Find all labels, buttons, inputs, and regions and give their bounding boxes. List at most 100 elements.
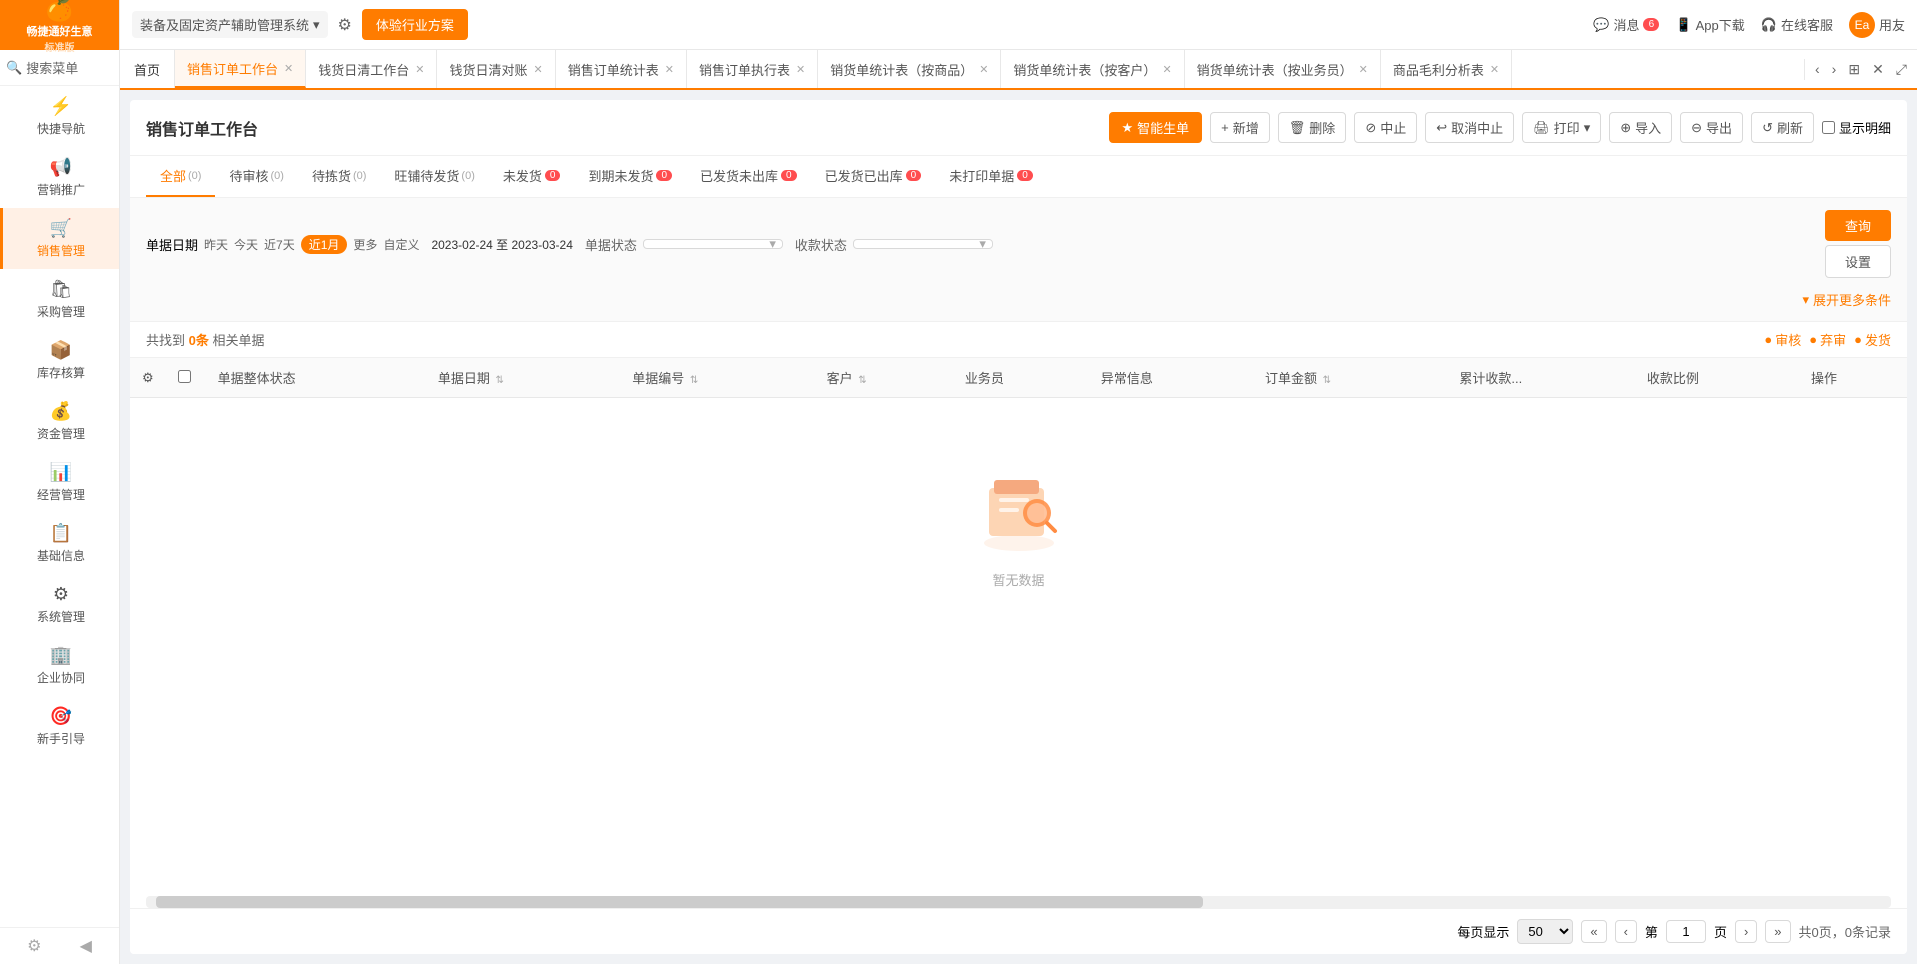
- filter-tab-unprinted[interactable]: 未打印单据 0: [935, 156, 1047, 197]
- date-option-more[interactable]: 更多: [353, 236, 377, 253]
- date-option-yesterday[interactable]: 昨天: [204, 236, 228, 253]
- inventory-icon: 📦: [50, 340, 72, 361]
- sidebar-search[interactable]: 🔍 搜索菜单: [0, 50, 119, 86]
- setting-btn[interactable]: 设置: [1825, 245, 1891, 278]
- tab-more-icon[interactable]: ⊞: [1844, 59, 1864, 80]
- tab-next-icon[interactable]: ›: [1828, 59, 1841, 79]
- settings-footer-icon[interactable]: ⚙: [27, 936, 41, 956]
- sales-icon: 🛒: [50, 218, 72, 239]
- sidebar-item-basic-info[interactable]: 📋 基础信息: [0, 513, 119, 574]
- sort-date-icon[interactable]: ⇅: [496, 375, 504, 386]
- messages-btn[interactable]: 💬 消息 6: [1593, 15, 1659, 34]
- date-option-today[interactable]: 今天: [234, 236, 258, 253]
- page-next-btn[interactable]: ›: [1735, 920, 1757, 943]
- tab-close-icon-6[interactable]: ✕: [979, 63, 988, 76]
- tab-cash-goods-reconcile-label: 钱货日清对账: [449, 60, 527, 79]
- tab-close-icon-5[interactable]: ✕: [796, 63, 805, 76]
- topbar-settings-icon[interactable]: ⚙: [338, 15, 352, 35]
- col-check[interactable]: [166, 358, 206, 398]
- page-first-btn[interactable]: «: [1581, 920, 1606, 943]
- payment-select[interactable]: ▾: [853, 239, 993, 249]
- industry-btn[interactable]: 体验行业方案: [362, 9, 468, 40]
- user-menu[interactable]: Ea 用友: [1849, 12, 1905, 38]
- filter-tab-shipped-out[interactable]: 已发货已出库 0: [811, 156, 936, 197]
- review-btn[interactable]: ● 审核: [1764, 330, 1801, 349]
- tab-close-icon-9[interactable]: ✕: [1490, 63, 1499, 76]
- tab-fullscreen-icon[interactable]: ⤢: [1892, 59, 1911, 80]
- filter-tab-not-shipped[interactable]: 未发货 0: [489, 156, 575, 197]
- filter-tab-pending-review[interactable]: 待审核 (0): [215, 156, 297, 197]
- page-last-btn[interactable]: »: [1765, 920, 1790, 943]
- sidebar-item-guide[interactable]: 🎯 新手引导: [0, 696, 119, 757]
- filter-tab-all[interactable]: 全部 (0): [146, 156, 215, 197]
- sort-number-icon[interactable]: ⇅: [690, 375, 698, 386]
- expand-btn[interactable]: ▾ 展开更多条件: [1802, 290, 1891, 309]
- ship-btn[interactable]: ● 发货: [1854, 330, 1891, 349]
- import-icon: ⊕: [1620, 120, 1631, 136]
- show-detail-toggle[interactable]: 显示明细: [1822, 118, 1891, 137]
- tab-sales-summary-customer[interactable]: 销货单统计表（按客户） ✕: [1001, 50, 1184, 88]
- online-service-btn[interactable]: 🎧 在线客服: [1761, 15, 1833, 34]
- status-select[interactable]: ▾: [643, 239, 783, 249]
- cancel-suspend-btn[interactable]: ↩ 取消中止: [1425, 112, 1514, 143]
- date-option-1month[interactable]: 近1月: [301, 235, 348, 254]
- tab-sales-summary-staff[interactable]: 销货单统计表（按业务员） ✕: [1185, 50, 1381, 88]
- filter-tab-overdue[interactable]: 到期未发货 0: [574, 156, 686, 197]
- collapse-icon[interactable]: ◀: [80, 936, 92, 956]
- filter-tab-pending-inspect[interactable]: 待拣货 (0): [298, 156, 380, 197]
- tab-daily-cash[interactable]: 钱货日清工作台 ✕: [306, 50, 437, 88]
- tab-close-icon-2[interactable]: ✕: [415, 63, 424, 76]
- refresh-btn[interactable]: ↺ 刷新: [1751, 112, 1814, 143]
- tab-close-icon[interactable]: ✕: [284, 62, 293, 75]
- select-all-checkbox[interactable]: [178, 370, 191, 383]
- sidebar-item-quick-nav[interactable]: ⚡ 快捷导航: [0, 86, 119, 147]
- sidebar-item-operations[interactable]: 📊 经营管理: [0, 452, 119, 513]
- tab-close-icon-4[interactable]: ✕: [665, 63, 674, 76]
- date-option-custom[interactable]: 自定义: [383, 236, 419, 253]
- system-selector[interactable]: 装备及固定资产辅助管理系统 ▾: [132, 11, 328, 38]
- expand-icon: ▾: [1802, 292, 1809, 308]
- reject-btn[interactable]: ● 弃审: [1809, 330, 1846, 349]
- tab-close-icon-8[interactable]: ✕: [1359, 63, 1368, 76]
- export-btn[interactable]: ⊖ 导出: [1680, 112, 1743, 143]
- delete-btn[interactable]: 🗑 删除: [1278, 112, 1347, 143]
- sidebar-item-sales[interactable]: 🛒 销售管理: [0, 208, 119, 269]
- sidebar-item-system[interactable]: ⚙ 系统管理: [0, 574, 119, 635]
- query-btn[interactable]: 查询: [1825, 210, 1891, 241]
- tab-close-icon-7[interactable]: ✕: [1162, 63, 1171, 76]
- tab-sales-order-workbench[interactable]: 销售订单工作台 ✕: [175, 50, 306, 88]
- tab-close-icon-3[interactable]: ✕: [534, 63, 543, 76]
- tab-sales-exec[interactable]: 销售订单执行表 ✕: [687, 50, 818, 88]
- sidebar-item-enterprise[interactable]: 🏢 企业协同: [0, 635, 119, 696]
- tab-sales-stats[interactable]: 销售订单统计表 ✕: [556, 50, 687, 88]
- page-input[interactable]: [1666, 920, 1706, 943]
- smart-btn[interactable]: ★ 智能生单: [1109, 112, 1203, 143]
- page-prev-btn[interactable]: ‹: [1615, 920, 1637, 943]
- date-option-7days[interactable]: 近7天: [264, 236, 295, 253]
- sort-amount-icon[interactable]: ⇅: [1323, 375, 1331, 386]
- sidebar-item-inventory[interactable]: 📦 库存核算: [0, 330, 119, 391]
- horizontal-scrollbar[interactable]: [146, 896, 1891, 908]
- import-btn[interactable]: ⊕ 导入: [1609, 112, 1672, 143]
- tab-margin-analysis[interactable]: 商品毛利分析表 ✕: [1381, 50, 1512, 88]
- page-size-select[interactable]: 50 100 200: [1517, 919, 1573, 944]
- user-name: 用友: [1879, 15, 1905, 34]
- col-setting[interactable]: ⚙: [130, 358, 166, 398]
- tab-close-all-icon[interactable]: ✕: [1868, 59, 1888, 80]
- suspend-btn[interactable]: ⊘ 中止: [1354, 112, 1417, 143]
- add-btn[interactable]: + 新增: [1210, 112, 1270, 143]
- filter-tab-wangpu[interactable]: 旺铺待发货 (0): [380, 156, 488, 197]
- print-btn[interactable]: 🖨 打印 ▾: [1522, 112, 1601, 143]
- app-download-btn[interactable]: 📱 App下载: [1675, 15, 1744, 34]
- sidebar-item-marketing[interactable]: 📢 营销推广: [0, 147, 119, 208]
- sidebar-item-finance[interactable]: 💰 资金管理: [0, 391, 119, 452]
- filter-tab-shipped-not-out[interactable]: 已发货未出库 0: [686, 156, 811, 197]
- tab-prev-icon[interactable]: ‹: [1811, 59, 1824, 79]
- delete-btn-label: 删除: [1309, 118, 1335, 137]
- tab-home[interactable]: 首页: [120, 50, 175, 88]
- sort-customer-icon[interactable]: ⇅: [858, 375, 866, 386]
- tab-sales-summary-product[interactable]: 销货单统计表（按商品） ✕: [818, 50, 1001, 88]
- sidebar-item-purchase[interactable]: 🛍 采购管理: [0, 269, 119, 330]
- show-detail-checkbox[interactable]: [1822, 121, 1835, 134]
- tab-cash-goods-reconcile[interactable]: 钱货日清对账 ✕: [437, 50, 555, 88]
